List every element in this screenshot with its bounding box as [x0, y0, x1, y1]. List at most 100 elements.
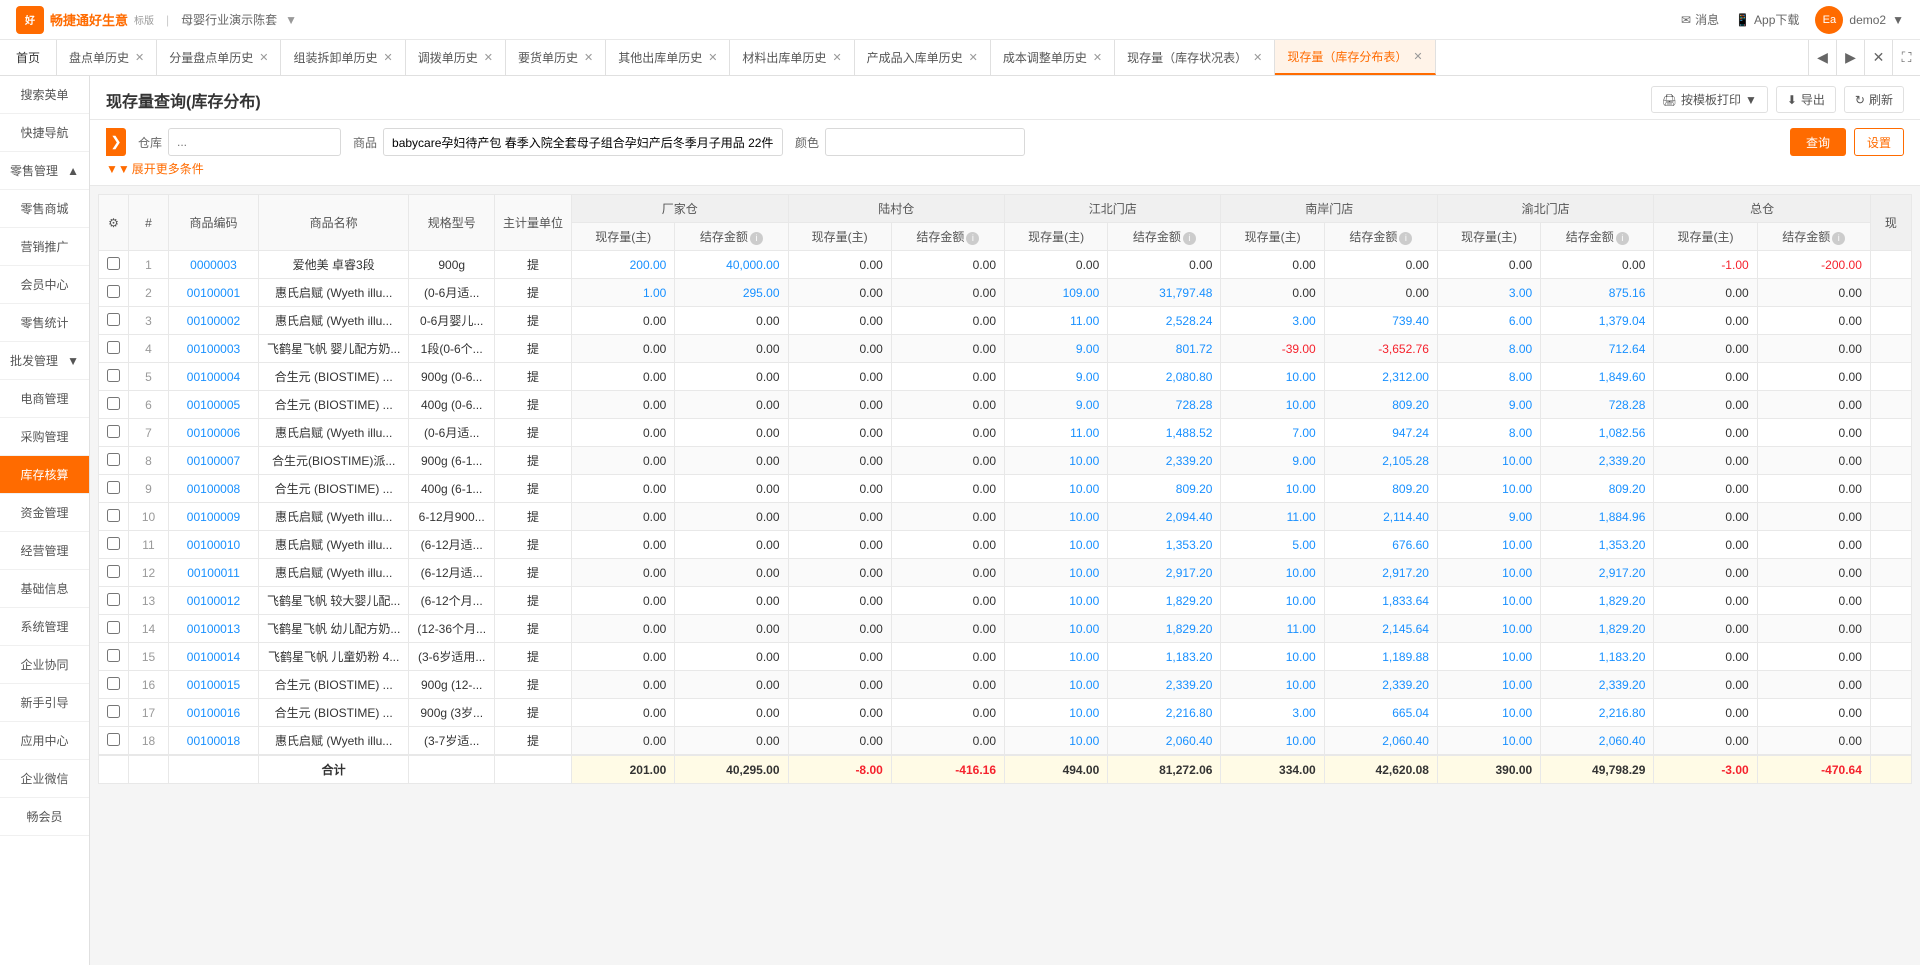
th-gear[interactable]: ⚙ [99, 195, 129, 251]
cell-checkbox[interactable] [99, 643, 129, 671]
print-btn[interactable]: 🖨 按模板打印 ▼ [1651, 86, 1768, 113]
cell-yubei-qty[interactable]: 0.00 [1437, 251, 1540, 279]
tab-close[interactable]: ✕ [1253, 51, 1262, 64]
cell-code[interactable]: 00100009 [169, 503, 259, 531]
tab-close[interactable]: ✕ [708, 51, 717, 64]
cell-jiangbei-qty[interactable]: 10.00 [1005, 643, 1108, 671]
cell-factory-qty[interactable]: 0.00 [572, 363, 675, 391]
cell-lucun-qty[interactable]: 0.00 [788, 671, 891, 699]
cell-code[interactable]: 00100013 [169, 615, 259, 643]
cell-nanan-qty[interactable]: 10.00 [1221, 391, 1324, 419]
cell-jiangbei-qty[interactable]: 10.00 [1005, 727, 1108, 756]
info-icon[interactable]: i [966, 232, 979, 245]
row-checkbox[interactable] [107, 341, 120, 354]
row-checkbox[interactable] [107, 621, 120, 634]
cell-jiangbei-qty[interactable]: 10.00 [1005, 615, 1108, 643]
cell-factory-qty[interactable]: 0.00 [572, 391, 675, 419]
cell-yubei-qty[interactable]: 6.00 [1437, 307, 1540, 335]
cell-lucun-qty[interactable]: 0.00 [788, 307, 891, 335]
sidebar-item-marketing[interactable]: 营销推广 [0, 228, 89, 266]
cell-lucun-qty[interactable]: 0.00 [788, 475, 891, 503]
tab-close-all-btn[interactable]: ✕ [1864, 40, 1892, 76]
cell-yubei-qty[interactable]: 10.00 [1437, 587, 1540, 615]
refresh-btn[interactable]: ↻ 刷新 [1844, 86, 1904, 113]
cell-total-qty[interactable]: 0.00 [1654, 643, 1757, 671]
cell-checkbox[interactable] [99, 447, 129, 475]
cell-total-qty[interactable]: 0.00 [1654, 699, 1757, 727]
cell-nanan-qty[interactable]: 3.00 [1221, 699, 1324, 727]
cell-factory-qty[interactable]: 0.00 [572, 671, 675, 699]
cell-lucun-qty[interactable]: 0.00 [788, 615, 891, 643]
cell-yubei-qty[interactable]: 8.00 [1437, 419, 1540, 447]
tab-close[interactable]: ✕ [384, 51, 393, 64]
cell-lucun-qty[interactable]: 0.00 [788, 699, 891, 727]
setting-btn[interactable]: 设置 [1854, 128, 1904, 156]
sidebar-item-stats[interactable]: 零售统计 [0, 304, 89, 342]
cell-factory-qty[interactable]: 0.00 [572, 419, 675, 447]
cell-lucun-qty[interactable]: 0.00 [788, 587, 891, 615]
row-checkbox[interactable] [107, 565, 120, 578]
cell-lucun-qty[interactable]: 0.00 [788, 335, 891, 363]
sidebar-item-finance[interactable]: 资金管理 [0, 494, 89, 532]
app-download-btn[interactable]: 📱 App下载 [1735, 11, 1799, 28]
cell-checkbox[interactable] [99, 363, 129, 391]
cell-total-qty[interactable]: 0.00 [1654, 559, 1757, 587]
cell-jiangbei-qty[interactable]: 10.00 [1005, 503, 1108, 531]
cell-total-qty[interactable]: 0.00 [1654, 531, 1757, 559]
cell-code[interactable]: 00100015 [169, 671, 259, 699]
cell-code[interactable]: 00100005 [169, 391, 259, 419]
row-checkbox[interactable] [107, 453, 120, 466]
cell-total-qty[interactable]: 0.00 [1654, 363, 1757, 391]
cell-total-qty[interactable]: 0.00 [1654, 447, 1757, 475]
cell-yubei-qty[interactable]: 10.00 [1437, 447, 1540, 475]
cell-nanan-qty[interactable]: 10.00 [1221, 671, 1324, 699]
cell-factory-qty[interactable]: 0.00 [572, 531, 675, 559]
cell-checkbox[interactable] [99, 475, 129, 503]
sidebar-item-purchase[interactable]: 采购管理 [0, 418, 89, 456]
cell-total-qty[interactable]: 0.00 [1654, 615, 1757, 643]
cell-checkbox[interactable] [99, 419, 129, 447]
dropdown-arrow[interactable]: ▼ [285, 13, 297, 27]
cell-yubei-qty[interactable]: 10.00 [1437, 643, 1540, 671]
cell-checkbox[interactable] [99, 391, 129, 419]
cell-lucun-qty[interactable]: 0.00 [788, 447, 891, 475]
cell-lucun-qty[interactable]: 0.00 [788, 419, 891, 447]
gear-icon[interactable]: ⚙ [108, 216, 119, 230]
cell-code[interactable]: 00100004 [169, 363, 259, 391]
cell-nanan-qty[interactable]: 11.00 [1221, 503, 1324, 531]
tab-close[interactable]: ✕ [584, 51, 593, 64]
cell-code[interactable]: 00100007 [169, 447, 259, 475]
cell-factory-qty[interactable]: 0.00 [572, 699, 675, 727]
sidebar-item-member[interactable]: 会员中心 [0, 266, 89, 304]
cell-nanan-qty[interactable]: 3.00 [1221, 307, 1324, 335]
cell-yubei-qty[interactable]: 10.00 [1437, 475, 1540, 503]
filter-collapse-btn[interactable]: ❯ [106, 128, 126, 156]
cell-factory-qty[interactable]: 0.00 [572, 447, 675, 475]
tab-pandian[interactable]: 盘点单历史 ✕ [57, 40, 157, 75]
cell-total-qty[interactable]: 0.00 [1654, 307, 1757, 335]
tab-fenpandian[interactable]: 分量盘点单历史 ✕ [157, 40, 281, 75]
info-icon[interactable]: i [1399, 232, 1412, 245]
cell-factory-qty[interactable]: 0.00 [572, 503, 675, 531]
cell-lucun-qty[interactable]: 0.00 [788, 503, 891, 531]
cell-factory-qty[interactable]: 0.00 [572, 307, 675, 335]
cell-checkbox[interactable] [99, 587, 129, 615]
tab-fenbu[interactable]: 现存量（库存分布表） ✕ [1275, 40, 1435, 75]
cell-nanan-qty[interactable]: 10.00 [1221, 643, 1324, 671]
color-input[interactable] [825, 128, 1025, 156]
message-btn[interactable]: ✉ 消息 [1681, 11, 1719, 28]
info-icon[interactable]: i [1832, 232, 1845, 245]
tab-chengben[interactable]: 成本调整单历史 ✕ [991, 40, 1115, 75]
tab-cailiao[interactable]: 材料出库单历史 ✕ [730, 40, 854, 75]
cell-nanan-qty[interactable]: 5.00 [1221, 531, 1324, 559]
tab-prev-btn[interactable]: ◀ [1808, 40, 1836, 76]
cell-factory-qty[interactable]: 1.00 [572, 279, 675, 307]
sidebar-item-nav[interactable]: 快捷导航 [0, 114, 89, 152]
cell-code[interactable]: 00100014 [169, 643, 259, 671]
cell-yubei-qty[interactable]: 8.00 [1437, 363, 1540, 391]
search-btn[interactable]: 查询 [1790, 128, 1846, 156]
cell-jiangbei-qty[interactable]: 10.00 [1005, 531, 1108, 559]
cell-jiangbei-qty[interactable]: 10.00 [1005, 475, 1108, 503]
cell-factory-qty[interactable]: 0.00 [572, 559, 675, 587]
row-checkbox[interactable] [107, 677, 120, 690]
